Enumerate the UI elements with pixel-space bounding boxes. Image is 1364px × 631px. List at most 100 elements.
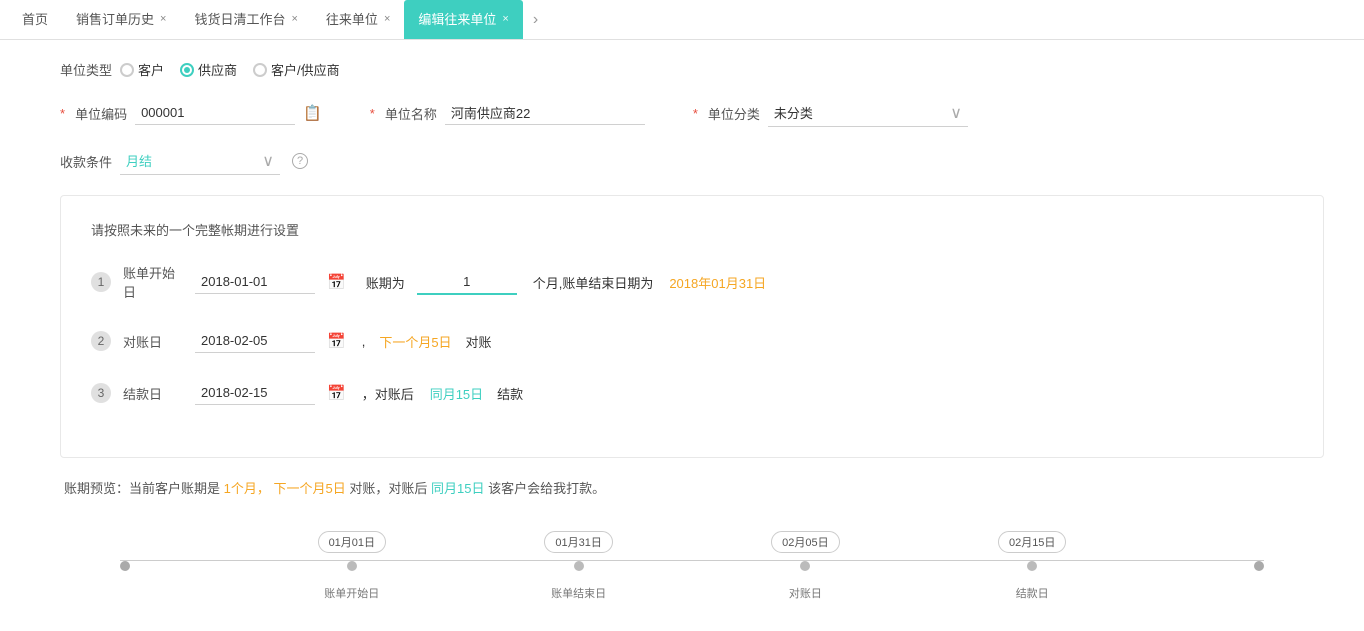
period-prefix: 账期为	[366, 273, 405, 292]
unit-category-value: 未分类	[768, 99, 819, 126]
radio-label-supplier: 供应商	[198, 60, 237, 79]
preview-reconcile: 下一个月5日	[274, 481, 346, 496]
radio-label-customer: 客户	[138, 60, 164, 79]
tab-more-button[interactable]: ›	[523, 0, 548, 39]
row-label-2: 对账日	[123, 332, 183, 351]
node-4-label-bottom: 结款日	[1016, 585, 1049, 601]
tab-label: 编辑往来单位	[418, 9, 496, 28]
settlement-suffix: 结款	[497, 384, 523, 403]
timeline-end-dot	[1254, 561, 1264, 571]
node-1-label-bottom: 账单开始日	[324, 585, 379, 601]
close-icon[interactable]: ×	[384, 13, 390, 25]
payment-terms-value: 月结	[120, 147, 158, 174]
timeline-section: 01月01日 账单开始日 01月31日 账单结束日 02月05日 对账日 02月…	[80, 525, 1304, 611]
tab-edit-partner[interactable]: 编辑往来单位 ×	[404, 0, 522, 39]
tab-partner-unit[interactable]: 往来单位 ×	[312, 0, 404, 39]
tab-label: 首页	[22, 9, 48, 28]
node-4-dot	[1027, 561, 1037, 571]
tab-sales-history[interactable]: 销售订单历史 ×	[62, 0, 180, 39]
period-input[interactable]	[417, 270, 517, 295]
unit-category-dropdown[interactable]: 未分类 ∨	[768, 99, 968, 127]
close-icon[interactable]: ×	[502, 13, 508, 25]
unit-category-group: * 单位分类 未分类 ∨	[693, 99, 968, 127]
unit-info-row: * 单位编码 📋 * 单位名称 * 单位分类 未分类 ∨	[60, 99, 1324, 127]
node-3-label-bottom: 对账日	[789, 585, 822, 601]
unit-type-row: 单位类型 客户 供应商 客户/供应商	[60, 60, 1324, 79]
node-2-label-bottom: 账单结束日	[551, 585, 606, 601]
unit-code-label: 单位编码	[75, 104, 127, 123]
unit-name-input[interactable]	[445, 101, 645, 125]
reconcile-next: 下一个月5日	[379, 332, 451, 351]
row-label-3: 结款日	[123, 384, 183, 403]
tab-label: 钱货日清工作台	[194, 9, 285, 28]
payment-terms-dropdown[interactable]: 月结 ∨	[120, 147, 280, 175]
radio-customer[interactable]: 客户	[120, 60, 164, 79]
close-icon[interactable]: ×	[160, 13, 166, 25]
timeline-nodes: 01月01日 账单开始日 01月31日 账单结束日 02月05日 对账日 02月…	[120, 561, 1264, 571]
node-1-dot	[347, 561, 357, 571]
settlement-date-input[interactable]	[195, 381, 315, 405]
row-num-2: 2	[91, 331, 111, 351]
radio-supplier[interactable]: 供应商	[180, 60, 237, 79]
radio-circle-both	[253, 63, 267, 77]
calendar-icon-3[interactable]: 📅	[327, 384, 346, 402]
payment-terms-row: 收款条件 月结 ∨ ?	[60, 147, 1324, 175]
reconcile-prefix: ,	[362, 334, 366, 349]
unit-category-label: 单位分类	[708, 104, 760, 123]
period-suffix: 个月,账单结束日期为	[533, 273, 654, 292]
preview-label: 账期预览：当前客户账期是	[64, 481, 220, 496]
calendar-icon-2[interactable]: 📅	[327, 332, 346, 350]
tab-label: 往来单位	[326, 9, 378, 28]
unit-name-group: * 单位名称	[370, 101, 645, 125]
timeline-node-3: 02月05日 对账日	[800, 561, 810, 571]
chevron-down-icon: ∨	[950, 103, 968, 123]
reconcile-date-row: 2 对账日 📅 , 下一个月5日 对账	[91, 329, 1293, 353]
required-star: *	[60, 106, 65, 121]
unit-type-label: 单位类型	[60, 60, 112, 79]
radio-circle-supplier	[180, 63, 194, 77]
account-start-row: 1 账单开始日 📅 账期为 个月,账单结束日期为 2018年01月31日	[91, 263, 1293, 301]
chevron-down-icon: ∨	[262, 151, 280, 171]
node-2-dot	[574, 561, 584, 571]
settlement-date-row: 3 结款日 📅 ，对账后 同月15日 结款	[91, 381, 1293, 405]
tab-label: 销售订单历史	[76, 9, 154, 28]
end-dot	[1254, 561, 1264, 571]
row-num-1: 1	[91, 272, 111, 292]
node-2-label-top: 01月31日	[544, 531, 612, 553]
radio-group-unit-type: 客户 供应商 客户/供应商	[120, 60, 340, 79]
reconcile-date-input[interactable]	[195, 329, 315, 353]
preview-section: 账期预览：当前客户账期是 1个月， 下一个月5日 对账，对账后 同月15日 该客…	[60, 478, 1324, 497]
tab-bar: 首页 销售订单历史 × 钱货日清工作台 × 往来单位 × 编辑往来单位 × ›	[0, 0, 1364, 40]
required-star: *	[693, 106, 698, 121]
calendar-icon-1[interactable]: 📅	[327, 273, 346, 291]
row-num-3: 3	[91, 383, 111, 403]
settlement-prefix: ，对账后	[362, 384, 414, 403]
unit-name-label: 单位名称	[385, 104, 437, 123]
settlement-same-month: 同月15日	[430, 384, 483, 403]
timeline-node-1: 01月01日 账单开始日	[347, 561, 357, 571]
help-icon[interactable]: ?	[292, 153, 308, 169]
unit-code-group: * 单位编码 📋	[60, 101, 322, 125]
radio-circle-customer	[120, 63, 134, 77]
node-3-dot	[800, 561, 810, 571]
reconcile-suffix: 对账	[466, 332, 492, 351]
tab-cash-work[interactable]: 钱货日清工作台 ×	[180, 0, 311, 39]
row-label-1: 账单开始日	[123, 263, 183, 301]
radio-both[interactable]: 客户/供应商	[253, 60, 340, 79]
main-content: 单位类型 客户 供应商 客户/供应商 * 单位编码 📋 * 单位名称	[0, 40, 1364, 631]
close-icon[interactable]: ×	[291, 13, 297, 25]
start-dot	[120, 561, 130, 571]
payment-terms-label: 收款条件	[60, 152, 112, 171]
start-date-input[interactable]	[195, 270, 315, 294]
end-date-highlight: 2018年01月31日	[669, 273, 766, 292]
preview-middle: 对账，对账后	[349, 481, 427, 496]
tab-home[interactable]: 首页	[8, 0, 62, 39]
card-title: 请按照未来的一个完整帐期进行设置	[91, 220, 1293, 239]
required-star: *	[370, 106, 375, 121]
timeline-start-dot	[120, 561, 130, 571]
card-section: 请按照未来的一个完整帐期进行设置 1 账单开始日 📅 账期为 个月,账单结束日期…	[60, 195, 1324, 458]
node-3-label-top: 02月05日	[771, 531, 839, 553]
node-1-label-top: 01月01日	[318, 531, 386, 553]
file-icon[interactable]: 📋	[303, 104, 322, 122]
unit-code-input[interactable]	[135, 101, 295, 125]
